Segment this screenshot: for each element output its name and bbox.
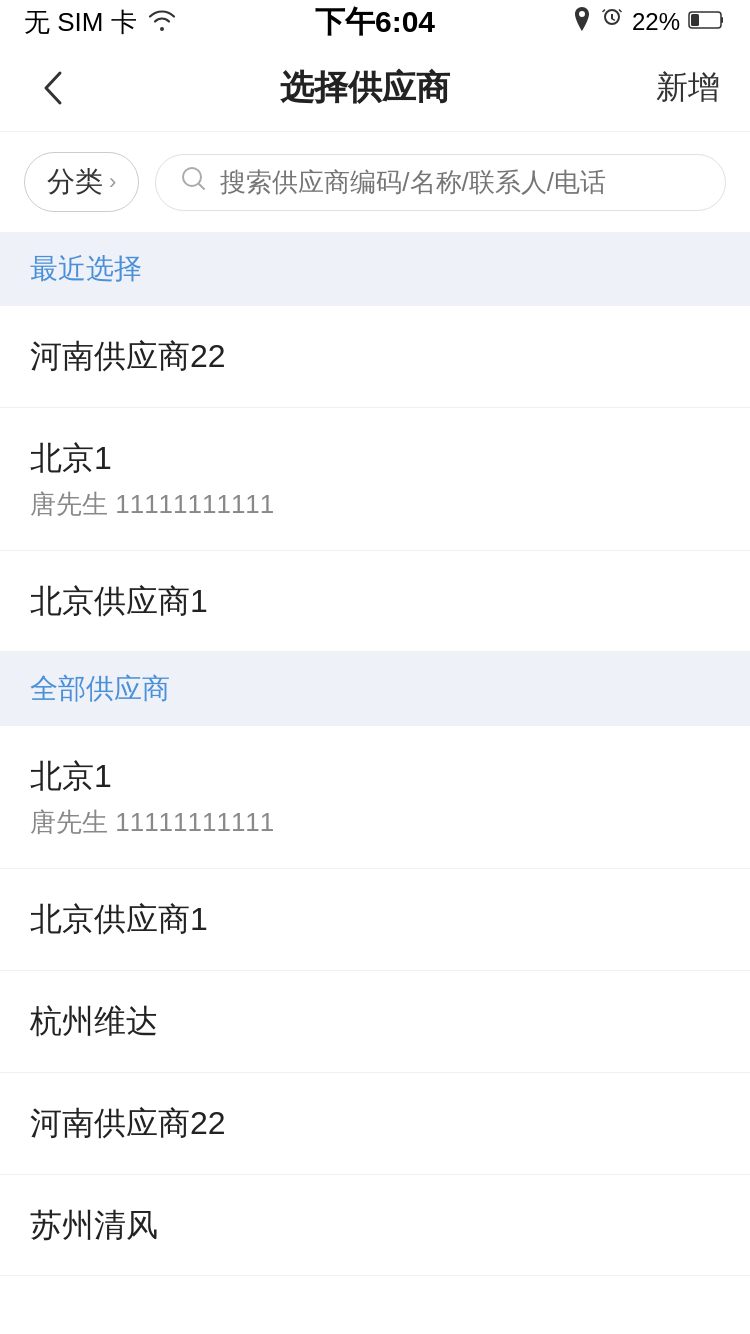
search-box [155, 154, 726, 211]
battery-icon [688, 8, 726, 36]
item-name: 河南供应商22 [30, 1101, 720, 1146]
recent-list: 河南供应商22 北京1 唐先生 11111111111 北京供应商1 [0, 306, 750, 652]
item-sub: 唐先生 11111111111 [30, 487, 720, 522]
item-name: 北京1 [30, 436, 720, 481]
location-icon [572, 7, 592, 37]
item-name: 北京1 [30, 754, 720, 799]
item-name: 杭州维达 [30, 999, 720, 1044]
list-item[interactable]: 杭州维达 [0, 971, 750, 1073]
battery-text: 22% [632, 8, 680, 36]
item-name: 北京供应商1 [30, 897, 720, 942]
list-item[interactable]: 北京1 唐先生 11111111111 [0, 408, 750, 551]
item-sub: 唐先生 11111111111 [30, 805, 720, 840]
search-input[interactable] [220, 167, 701, 198]
status-left: 无 SIM 卡 [24, 5, 177, 40]
chevron-right-icon: › [109, 169, 116, 195]
back-button[interactable] [30, 59, 74, 117]
status-bar: 无 SIM 卡 下午6:04 22% [0, 0, 750, 44]
all-list: 北京1 唐先生 11111111111 北京供应商1 杭州维达 河南供应商22 … [0, 726, 750, 1276]
page-title: 选择供应商 [280, 65, 450, 111]
alarm-icon [600, 7, 624, 37]
item-name: 苏州清风 [30, 1203, 720, 1248]
svg-rect-1 [691, 14, 699, 26]
add-button[interactable]: 新增 [656, 66, 720, 110]
list-item[interactable]: 苏州清风 [0, 1175, 750, 1277]
list-item[interactable]: 河南供应商22 [0, 1073, 750, 1175]
category-button[interactable]: 分类 › [24, 152, 139, 212]
recent-section-header: 最近选择 [0, 232, 750, 306]
status-right: 22% [572, 7, 726, 37]
item-name: 河南供应商22 [30, 334, 720, 379]
category-label: 分类 [47, 163, 103, 201]
status-time: 下午6:04 [315, 2, 435, 43]
list-item[interactable]: 北京供应商1 [0, 869, 750, 971]
list-item[interactable]: 北京1 唐先生 11111111111 [0, 726, 750, 869]
nav-bar: 选择供应商 新增 [0, 44, 750, 132]
list-item[interactable]: 河南供应商22 [0, 306, 750, 408]
wifi-icon [147, 7, 177, 38]
all-section-header: 全部供应商 [0, 652, 750, 726]
no-sim-text: 无 SIM 卡 [24, 5, 137, 40]
search-icon [180, 165, 208, 200]
list-item[interactable]: 北京供应商1 [0, 551, 750, 653]
search-row: 分类 › [0, 132, 750, 232]
item-name: 北京供应商1 [30, 579, 720, 624]
